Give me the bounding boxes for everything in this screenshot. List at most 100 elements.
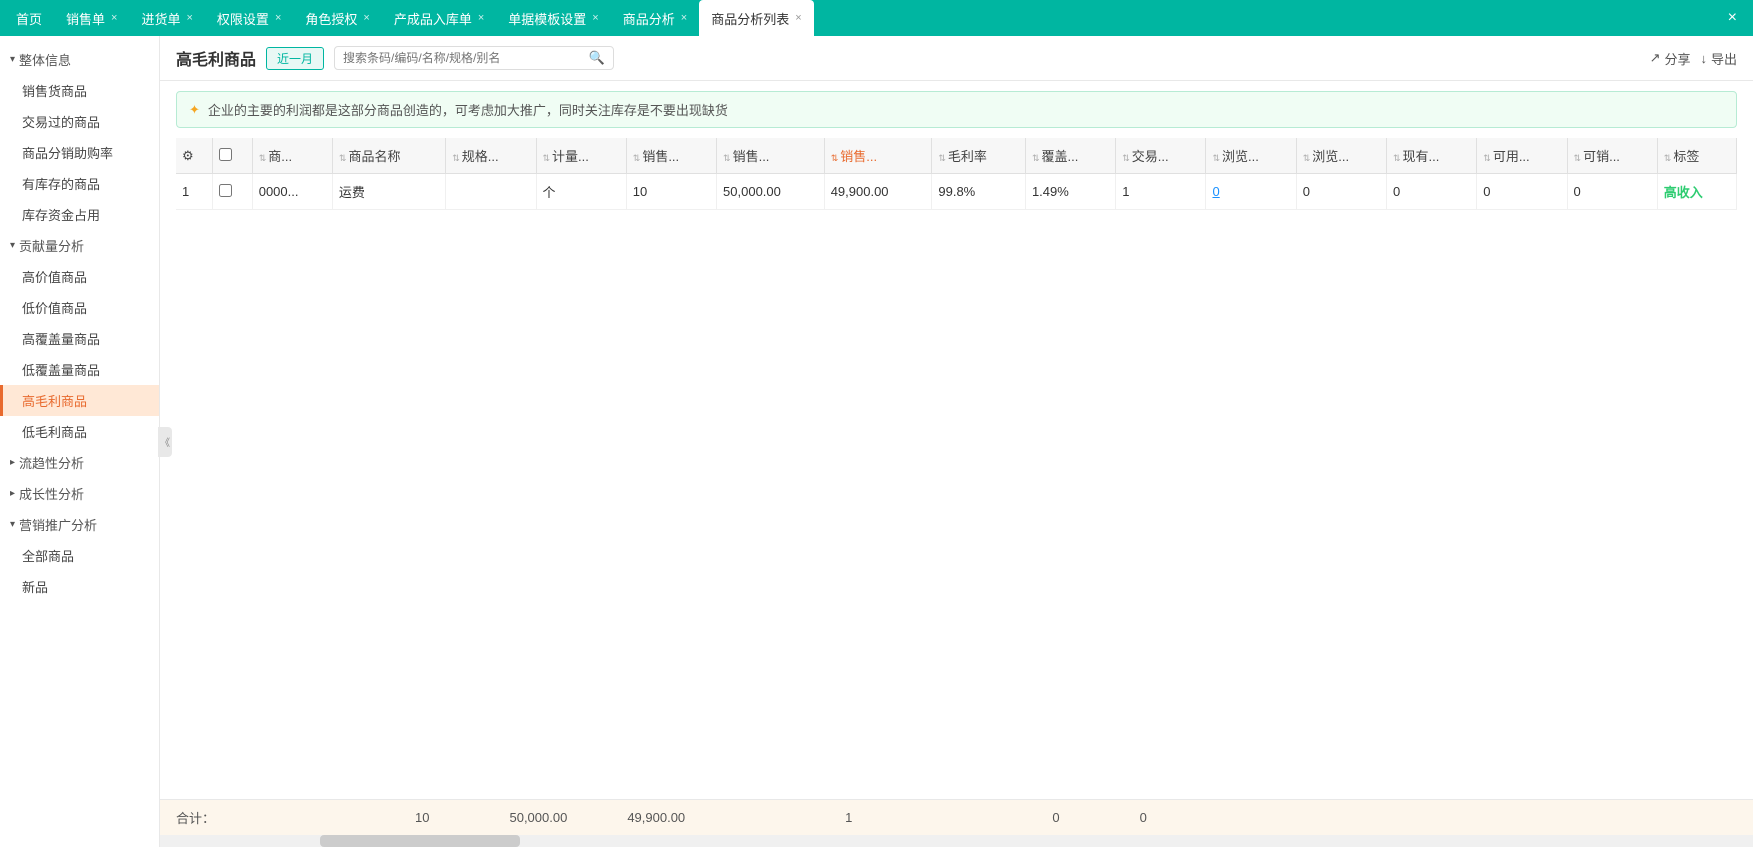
tab-roles-close[interactable]: × [363, 12, 369, 24]
total-sales-profit: 49,900.00 [627, 810, 685, 825]
section-marketing-arrow: ▾ [10, 519, 15, 530]
total-transactions: 1 [845, 810, 852, 825]
row-checkbox[interactable] [219, 184, 232, 197]
sidebar-item-low-value[interactable]: 低价值商品 [0, 292, 159, 323]
search-input[interactable] [343, 51, 583, 65]
section-overall-arrow: ▾ [10, 54, 15, 65]
col-settings[interactable]: ⚙ [176, 138, 213, 174]
share-button[interactable]: ↗ 分享 [1650, 49, 1691, 68]
sidebar-item-new-goods[interactable]: 新品 [0, 571, 159, 602]
col-transactions[interactable]: ⇅交易... [1116, 138, 1206, 174]
cell-views1[interactable]: 0 [1206, 174, 1296, 210]
cell-views2: 0 [1296, 174, 1386, 210]
sidebar: ▾ 整体信息 销售货商品 交易过的商品 商品分销助购率 有库存的商品 库存资金占… [0, 36, 160, 847]
sidebar-section-trend[interactable]: ▸ 流趋性分析 [0, 447, 159, 478]
info-banner: ✦ 企业的主要的利润都是这部分商品创造的，可考虑加大推广，同时关注库存是不要出现… [176, 91, 1737, 128]
data-table: ⚙ ⇅商... ⇅商品名称 ⇅规格... [176, 138, 1737, 210]
total-available: 0 [1140, 810, 1147, 825]
tab-template[interactable]: 单据模板设置 × [496, 0, 610, 36]
cell-margin-rate: 99.8% [932, 174, 1026, 210]
scrollbar-thumb[interactable] [320, 835, 520, 847]
tab-roles[interactable]: 角色授权 × [293, 0, 381, 36]
col-sales-profit[interactable]: ⇅销售... [824, 138, 932, 174]
tab-production[interactable]: 产成品入库单 × [382, 0, 496, 36]
tab-analytics[interactable]: 商品分析 × [611, 0, 699, 36]
col-coverage[interactable]: ⇅覆盖... [1025, 138, 1115, 174]
col-available[interactable]: ⇅可用... [1477, 138, 1567, 174]
col-checkbox[interactable] [213, 138, 253, 174]
sidebar-item-capital-occupation[interactable]: 库存资金占用 [0, 199, 159, 230]
tab-permissions[interactable]: 权限设置 × [205, 0, 293, 36]
tab-purchase[interactable]: 进货单 × [129, 0, 204, 36]
cell-name: 运费 [332, 174, 445, 210]
sidebar-item-high-coverage[interactable]: 高覆盖量商品 [0, 323, 159, 354]
content-header: 高毛利商品 近一月 🔍 ↗ 分享 ↓ 导出 [160, 36, 1753, 81]
total-current-stock: 0 [1052, 810, 1059, 825]
cell-sales-profit: 49,900.00 [824, 174, 932, 210]
cell-spec [446, 174, 536, 210]
horizontal-scrollbar[interactable] [160, 835, 1753, 847]
filter-recent-month[interactable]: 近一月 [266, 47, 324, 70]
col-sellable[interactable]: ⇅可销... [1567, 138, 1657, 174]
sidebar-item-low-coverage[interactable]: 低覆盖量商品 [0, 354, 159, 385]
sidebar-item-high-value[interactable]: 高价值商品 [0, 261, 159, 292]
col-spec[interactable]: ⇅规格... [446, 138, 536, 174]
window-close-button[interactable]: × [1716, 9, 1749, 27]
sidebar-section-contribution[interactable]: ▾ 贡献量分析 [0, 230, 159, 261]
col-sales-amount[interactable]: ⇅销售... [717, 138, 825, 174]
tab-analytics-close[interactable]: × [681, 12, 687, 24]
main-area: ▾ 整体信息 销售货商品 交易过的商品 商品分销助购率 有库存的商品 库存资金占… [0, 36, 1753, 847]
tab-home[interactable]: 首页 [4, 0, 54, 36]
cell-sales-qty: 10 [626, 174, 716, 210]
sidebar-item-sales-goods[interactable]: 销售货商品 [0, 75, 159, 106]
search-box: 🔍 [334, 46, 614, 70]
tab-production-close[interactable]: × [478, 12, 484, 24]
total-sales-amount: 50,000.00 [509, 810, 567, 825]
export-button[interactable]: ↓ 导出 [1700, 49, 1737, 68]
sidebar-item-high-margin[interactable]: 高毛利商品 [0, 385, 159, 416]
cell-code: 0000... [252, 174, 332, 210]
cell-tag: 高收入 [1657, 174, 1736, 210]
sidebar-item-in-stock[interactable]: 有库存的商品 [0, 168, 159, 199]
tab-analytics-list-close[interactable]: × [795, 12, 801, 24]
cell-transactions: 1 [1116, 174, 1206, 210]
tab-analytics-list[interactable]: 商品分析列表 × [699, 0, 813, 36]
sidebar-item-low-margin[interactable]: 低毛利商品 [0, 416, 159, 447]
sidebar-section-marketing-items: 全部商品 新品 [0, 540, 159, 602]
sidebar-item-all-goods[interactable]: 全部商品 [0, 540, 159, 571]
tab-sales[interactable]: 销售单 × [54, 0, 129, 36]
tab-sales-close[interactable]: × [111, 12, 117, 24]
sidebar-section-growth[interactable]: ▸ 成长性分析 [0, 478, 159, 509]
footer-total: 合计： 10 50,000.00 49,900.00 1 0 0 [160, 799, 1753, 835]
col-tag[interactable]: ⇅标签 [1657, 138, 1736, 174]
tab-purchase-close[interactable]: × [186, 12, 192, 24]
sidebar-item-distribution-rate[interactable]: 商品分销助购率 [0, 137, 159, 168]
col-current-stock[interactable]: ⇅现有... [1387, 138, 1477, 174]
page-title: 高毛利商品 [176, 46, 256, 70]
col-name[interactable]: ⇅商品名称 [332, 138, 445, 174]
col-code[interactable]: ⇅商... [252, 138, 332, 174]
col-views1[interactable]: ⇅浏览... [1206, 138, 1296, 174]
sidebar-section-overall-items: 销售货商品 交易过的商品 商品分销助购率 有库存的商品 库存资金占用 [0, 75, 159, 230]
sidebar-section-overall[interactable]: ▾ 整体信息 [0, 44, 159, 75]
tab-template-close[interactable]: × [592, 12, 598, 24]
sidebar-section-marketing[interactable]: ▾ 营销推广分析 [0, 509, 159, 540]
col-unit[interactable]: ⇅计量... [536, 138, 626, 174]
settings-icon: ⚙ [182, 148, 194, 163]
sidebar-collapse-button[interactable]: 《 [158, 427, 172, 457]
section-growth-arrow: ▸ [10, 488, 15, 499]
select-all-checkbox[interactable] [219, 148, 232, 161]
col-views2[interactable]: ⇅浏览... [1296, 138, 1386, 174]
total-label: 合计： [176, 808, 215, 827]
sidebar-item-traded-goods[interactable]: 交易过的商品 [0, 106, 159, 137]
total-sales-qty: 10 [415, 810, 429, 825]
cell-coverage: 1.49% [1025, 174, 1115, 210]
tab-permissions-close[interactable]: × [275, 12, 281, 24]
cell-current-stock: 0 [1387, 174, 1477, 210]
search-icon[interactable]: 🔍 [589, 50, 605, 66]
col-margin-rate[interactable]: ⇅毛利率 [932, 138, 1026, 174]
table-wrapper: ⚙ ⇅商... ⇅商品名称 ⇅规格... [160, 138, 1753, 799]
info-icon: ✦ [189, 102, 200, 118]
col-sales-qty[interactable]: ⇅销售... [626, 138, 716, 174]
cell-checkbox[interactable] [213, 174, 253, 210]
